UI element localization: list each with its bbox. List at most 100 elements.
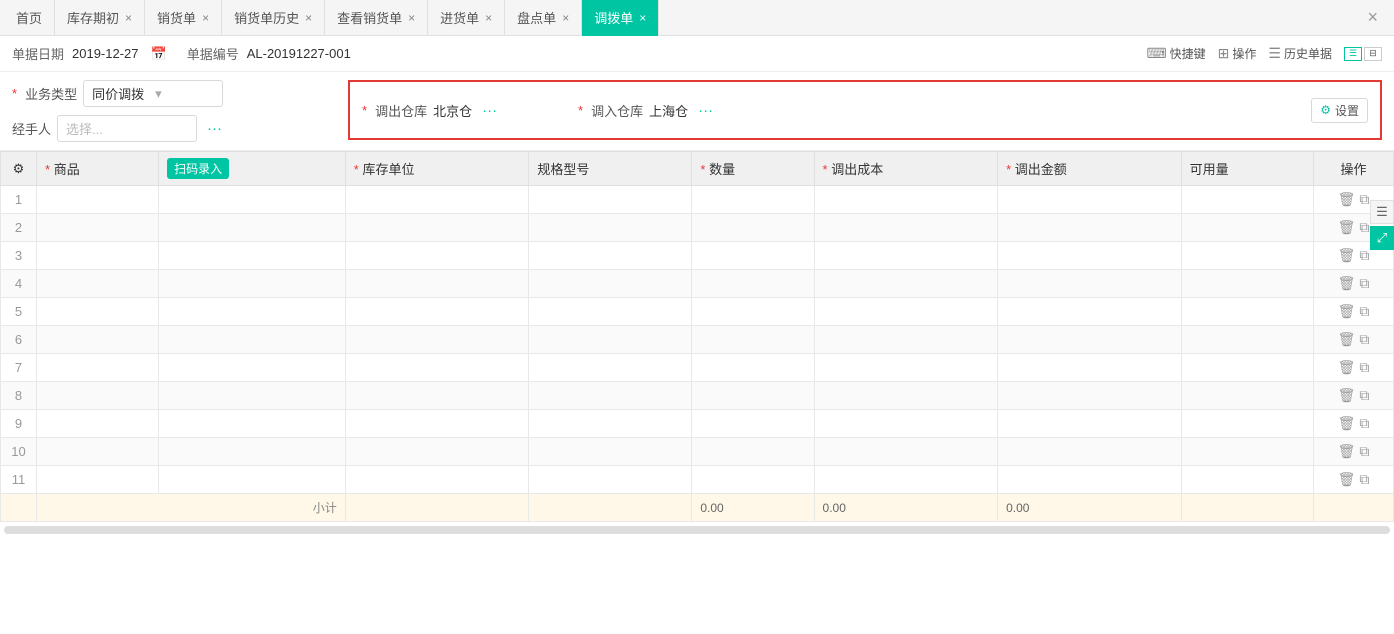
shortcut-icon: ⌨ <box>1146 45 1166 62</box>
cell-product[interactable] <box>37 438 159 466</box>
tab-transfer[interactable]: 调拨单 × <box>582 0 659 36</box>
copy-icon[interactable]: ⧉ <box>1359 359 1369 376</box>
tab-sales-order[interactable]: 销货单 × <box>145 0 222 36</box>
table-row: 7🗑⧉ <box>1 354 1394 382</box>
row-num: 1 <box>1 186 37 214</box>
delete-icon[interactable]: 🗑 <box>1338 303 1356 320</box>
window-close-button[interactable]: × <box>1359 7 1386 28</box>
cell-scan <box>159 354 346 382</box>
operation-button[interactable]: ⊞ 操作 <box>1218 45 1257 62</box>
cell-product[interactable] <box>37 382 159 410</box>
shortcut-button[interactable]: ⌨ 快捷键 <box>1146 45 1205 62</box>
cell-unit <box>345 298 529 326</box>
tab-initial-stock[interactable]: 库存期初 × <box>55 0 145 36</box>
th-cost: * 调出成本 <box>814 152 998 186</box>
cell-amount <box>998 354 1182 382</box>
copy-icon[interactable]: ⧉ <box>1359 387 1369 404</box>
delete-icon[interactable]: 🗑 <box>1338 387 1356 404</box>
settings-button[interactable]: ⚙ 设置 <box>1311 98 1368 123</box>
tab-view-sales[interactable]: 查看销货单 × <box>325 0 428 36</box>
table-row: 11🗑⧉ <box>1 466 1394 494</box>
copy-icon[interactable]: ⧉ <box>1359 275 1369 292</box>
close-tab-inventory[interactable]: × <box>562 11 569 25</box>
cell-product[interactable] <box>37 410 159 438</box>
tab-sales-history[interactable]: 销货单历史 × <box>222 0 325 36</box>
cell-amount <box>998 298 1182 326</box>
chevron-down-icon: ▾ <box>155 86 214 102</box>
cell-product[interactable] <box>37 186 159 214</box>
delete-icon[interactable]: 🗑 <box>1338 191 1356 208</box>
calendar-icon[interactable]: 📅 <box>151 46 167 62</box>
subtotal-cost: 0.00 <box>814 494 998 522</box>
close-tab-sales-order[interactable]: × <box>202 11 209 25</box>
table-row: 5🗑⧉ <box>1 298 1394 326</box>
copy-icon[interactable]: ⧉ <box>1359 331 1369 348</box>
cell-product[interactable] <box>37 270 159 298</box>
delete-icon[interactable]: 🗑 <box>1338 471 1356 488</box>
cell-spec <box>529 410 692 438</box>
operator-more-button[interactable]: ··· <box>207 120 222 137</box>
scan-button[interactable]: 扫码录入 <box>167 158 229 179</box>
close-tab-sales-history[interactable]: × <box>305 11 312 25</box>
close-tab-transfer[interactable]: × <box>639 11 646 25</box>
in-warehouse-more-button[interactable]: ··· <box>698 102 713 119</box>
row-num: 10 <box>1 438 37 466</box>
delete-icon[interactable]: 🗑 <box>1338 219 1356 236</box>
close-tab-purchase-order[interactable]: × <box>485 11 492 25</box>
side-expand-icon[interactable]: ⤢ <box>1370 226 1394 250</box>
cell-product[interactable] <box>37 466 159 494</box>
layout-grid-button[interactable]: ⊟ <box>1364 47 1382 61</box>
copy-icon[interactable]: ⧉ <box>1359 415 1369 432</box>
th-gear[interactable]: ⚙ <box>1 152 37 186</box>
delete-icon[interactable]: 🗑 <box>1338 275 1356 292</box>
close-tab-initial-stock[interactable]: × <box>125 11 132 25</box>
cell-qty <box>692 354 814 382</box>
copy-icon[interactable]: ⧉ <box>1359 471 1369 488</box>
copy-icon[interactable]: ⧉ <box>1359 303 1369 320</box>
cell-product[interactable] <box>37 298 159 326</box>
business-type-select[interactable]: 同价调拨 ▾ <box>83 80 223 107</box>
cell-action: 🗑⧉ <box>1314 466 1394 494</box>
tab-inventory[interactable]: 盘点单 × <box>505 0 582 36</box>
history-button[interactable]: ☰ 历史单据 <box>1268 45 1332 62</box>
side-list-icon[interactable]: ☰ <box>1370 200 1394 224</box>
copy-icon[interactable]: ⧉ <box>1359 219 1369 236</box>
cell-product[interactable] <box>37 326 159 354</box>
cell-available <box>1181 382 1313 410</box>
cell-cost <box>814 242 998 270</box>
cell-available <box>1181 214 1313 242</box>
delete-icon[interactable]: 🗑 <box>1338 247 1356 264</box>
cell-action: 🗑⧉ <box>1314 298 1394 326</box>
cell-amount <box>998 410 1182 438</box>
date-value: 2019-12-27 <box>72 46 139 61</box>
table-row: 9🗑⧉ <box>1 410 1394 438</box>
tab-home[interactable]: 首页 <box>8 0 55 36</box>
delete-icon[interactable]: 🗑 <box>1338 443 1356 460</box>
toolbar-left: 单据日期 2019-12-27 📅 单据编号 AL-20191227-001 <box>12 44 351 63</box>
delete-icon[interactable]: 🗑 <box>1338 415 1356 432</box>
operator-select[interactable]: 选择... <box>57 115 197 142</box>
th-spec: 规格型号 <box>529 152 692 186</box>
cell-action: 🗑⧉ <box>1314 382 1394 410</box>
copy-icon[interactable]: ⧉ <box>1359 443 1369 460</box>
layout-list-button[interactable]: ☰ <box>1344 47 1362 61</box>
cell-spec <box>529 326 692 354</box>
copy-icon[interactable]: ⧉ <box>1359 247 1369 264</box>
delete-icon[interactable]: 🗑 <box>1338 359 1356 376</box>
cell-product[interactable] <box>37 214 159 242</box>
in-warehouse-label: 调入仓库 <box>591 101 643 120</box>
cell-amount <box>998 270 1182 298</box>
out-warehouse-more-button[interactable]: ··· <box>482 102 497 119</box>
cell-qty <box>692 466 814 494</box>
cell-action: 🗑⧉ <box>1314 326 1394 354</box>
cell-scan <box>159 438 346 466</box>
copy-icon[interactable]: ⧉ <box>1359 191 1369 208</box>
tab-purchase-order[interactable]: 进货单 × <box>428 0 505 36</box>
cell-product[interactable] <box>37 354 159 382</box>
scrollbar-thumb[interactable] <box>4 526 1390 534</box>
subtotal-action <box>1314 494 1394 522</box>
row-num: 4 <box>1 270 37 298</box>
close-tab-view-sales[interactable]: × <box>408 11 415 25</box>
delete-icon[interactable]: 🗑 <box>1338 331 1356 348</box>
cell-product[interactable] <box>37 242 159 270</box>
